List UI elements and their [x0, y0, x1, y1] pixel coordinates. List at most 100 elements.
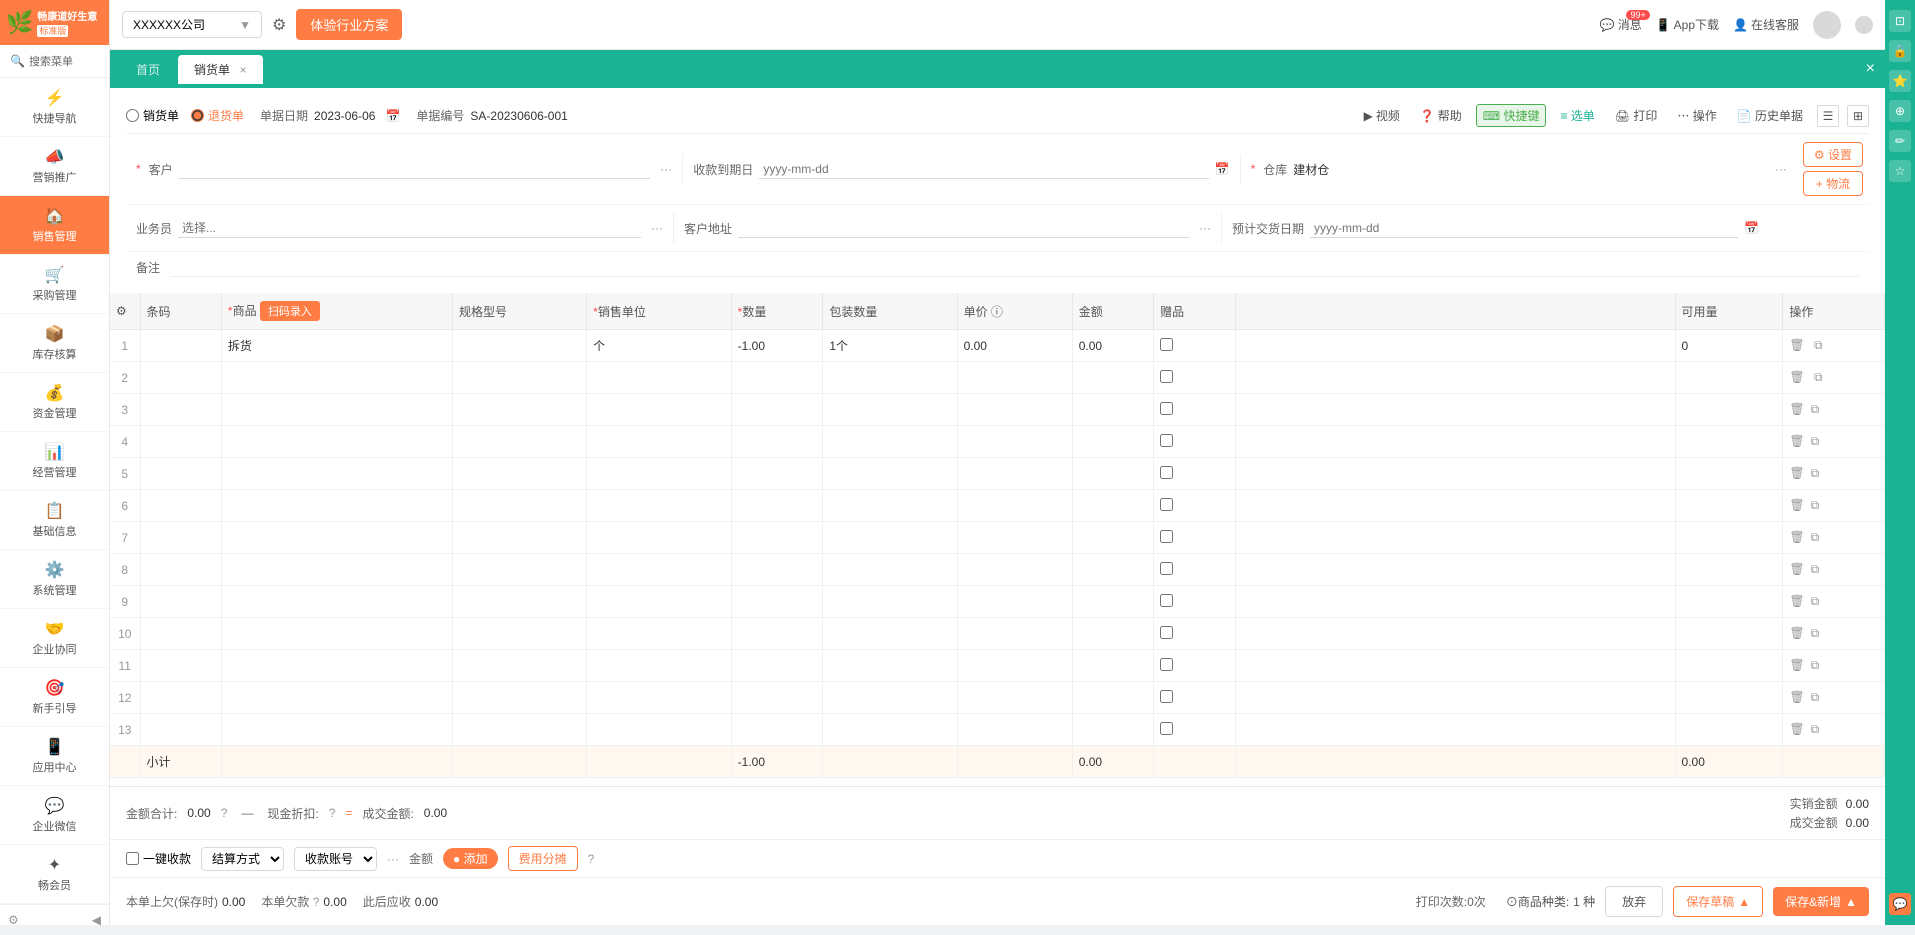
one-click-pay-input[interactable] [126, 852, 139, 865]
row-gift-2[interactable] [1154, 362, 1235, 394]
sidebar-item-system[interactable]: ⚙️ 系统管理 [0, 550, 109, 609]
sidebar-item-appstore[interactable]: 📱 应用中心 [0, 727, 109, 786]
row-barcode-2[interactable] [140, 362, 221, 394]
sidebar-item-member[interactable]: ✦ 畅会员 [0, 845, 109, 904]
right-panel-btn-7[interactable]: 💬 [1889, 893, 1911, 915]
row-pkg-qty-1[interactable]: 1个 [823, 330, 957, 362]
copy-icon-5[interactable]: ⧉ [1811, 466, 1820, 480]
due-date-input[interactable] [759, 160, 1208, 179]
tab-close-icon[interactable]: × [240, 63, 247, 77]
topbar-settings-icon[interactable]: ⚙ [272, 15, 286, 35]
scan-button[interactable]: 扫码录入 [260, 301, 320, 321]
account-more-icon[interactable]: ··· [387, 852, 399, 866]
row-unit-2[interactable] [587, 362, 732, 394]
app-download-btn[interactable]: 📱 App下载 [1656, 16, 1719, 33]
abandon-button[interactable]: 放弃 [1605, 886, 1663, 917]
tab-home[interactable]: 首页 [120, 55, 176, 84]
row-product-1[interactable]: 拆货 [221, 330, 452, 362]
row-spec-2[interactable] [452, 362, 586, 394]
sidebar-item-shortcut[interactable]: ⚡ 快捷导航 [0, 78, 109, 137]
settings-side-btn[interactable]: ⚙ 设置 [1803, 142, 1863, 167]
sidebar-item-purchase[interactable]: 🛒 采购管理 [0, 255, 109, 314]
row-spec-1[interactable] [452, 330, 586, 362]
due-date-calendar-icon[interactable]: 📅 [1215, 162, 1230, 176]
expense-help-icon[interactable]: ? [588, 852, 595, 866]
sidebar-item-enterprise[interactable]: 🤝 企业协同 [0, 609, 109, 668]
salesman-input[interactable] [178, 219, 641, 238]
address-more-icon[interactable]: ··· [1199, 221, 1211, 235]
expense-button[interactable]: 费用分摊 [508, 846, 578, 871]
row-amount-1[interactable]: 0.00 [1072, 330, 1153, 362]
message-btn[interactable]: 💬 消息 99+ [1600, 16, 1642, 33]
copy-icon-2[interactable]: ⧉ [1814, 370, 1823, 384]
user-avatar[interactable] [1813, 11, 1841, 39]
company-selector[interactable]: XXXXXX公司 ▼ [122, 11, 262, 38]
gift-checkbox-3[interactable] [1160, 402, 1173, 415]
radio-return-input[interactable] [191, 109, 204, 122]
row-unit-price-1[interactable]: 0.00 [957, 330, 1072, 362]
user-avatar2[interactable] [1855, 16, 1873, 34]
row-barcode-1[interactable] [140, 330, 221, 362]
save-new-button[interactable]: 保存&新增 ▲ [1773, 887, 1869, 916]
expected-date-calendar-icon[interactable]: 📅 [1744, 221, 1759, 235]
tab-sales-order[interactable]: 销货单 × [178, 55, 263, 84]
logistics-side-btn[interactable]: + 物流 [1803, 171, 1863, 196]
gift-checkbox-1[interactable] [1160, 338, 1173, 351]
delete-icon-2[interactable]: 🗑 [1789, 370, 1804, 384]
warehouse-more-icon[interactable]: ··· [1775, 162, 1787, 176]
save-draft-button[interactable]: 保存草稿 ▲ [1673, 886, 1763, 917]
help-question-icon2[interactable]: ? [329, 806, 336, 820]
expected-date-input[interactable] [1310, 219, 1738, 238]
radio-return-order[interactable]: 退货单 [191, 107, 244, 124]
right-panel-btn-4[interactable]: ⊕ [1889, 100, 1911, 122]
shortcut-key-btn[interactable]: ⌨ 快捷键 [1476, 104, 1547, 127]
actions-btn[interactable]: ⋯ 操作 [1671, 105, 1722, 126]
trial-button[interactable]: 体验行业方案 [296, 9, 402, 40]
payment-method-select[interactable]: 结算方式 [201, 847, 284, 871]
salesman-more-icon[interactable]: ··· [651, 221, 663, 235]
sidebar-item-guide[interactable]: 🎯 新手引导 [0, 668, 109, 727]
add-button[interactable]: ● 添加 [443, 848, 498, 869]
video-btn[interactable]: ▶ 视频 [1358, 105, 1406, 126]
radio-sales-input[interactable] [126, 109, 139, 122]
row-amount-2[interactable] [1072, 362, 1153, 394]
print-btn[interactable]: 🖨 打印 [1609, 105, 1664, 126]
select-btn[interactable]: ≡ 选单 [1554, 105, 1600, 126]
layout-grid-icon[interactable]: ⊞ [1847, 105, 1869, 127]
radio-sales-order[interactable]: 销货单 [126, 107, 179, 124]
th-settings[interactable]: ⚙ [110, 293, 140, 330]
help-btn[interactable]: ❓ 帮助 [1414, 105, 1468, 126]
right-panel-btn-6[interactable]: ☆ [1889, 160, 1911, 182]
right-panel-btn-1[interactable]: ⊡ [1889, 10, 1911, 32]
delete-icon-4[interactable]: 🗑 [1789, 434, 1804, 448]
delete-icon-3[interactable]: 🗑 [1789, 402, 1804, 416]
one-click-pay-checkbox[interactable]: 一键收款 [126, 850, 191, 867]
sidebar-item-marketing[interactable]: 📣 营销推广 [0, 137, 109, 196]
delete-icon-5[interactable]: 🗑 [1789, 466, 1804, 480]
history-btn[interactable]: 📄 历史单据 [1731, 105, 1809, 126]
online-service-btn[interactable]: 👤 在线客服 [1733, 16, 1799, 33]
delete-icon-1[interactable]: 🗑 [1789, 338, 1804, 352]
gift-checkbox-2[interactable] [1160, 370, 1173, 383]
remark-input[interactable] [170, 258, 1859, 277]
copy-icon-3[interactable]: ⧉ [1811, 402, 1820, 416]
row-gift-1[interactable] [1154, 330, 1235, 362]
account-select[interactable]: 收款账号 [294, 847, 377, 871]
copy-icon-1[interactable]: ⧉ [1814, 338, 1823, 352]
customer-more-icon[interactable]: ··· [660, 162, 672, 176]
row-unit-1[interactable]: 个 [587, 330, 732, 362]
help-question-icon[interactable]: ? [221, 806, 228, 820]
sidebar-item-operation[interactable]: 📊 经营管理 [0, 432, 109, 491]
close-all-button[interactable]: × [1866, 60, 1875, 78]
row-product-2[interactable] [221, 362, 452, 394]
arrears-help-icon[interactable]: ? [313, 895, 320, 909]
gift-checkbox-4[interactable] [1160, 434, 1173, 447]
sidebar-item-inventory[interactable]: 📦 库存核算 [0, 314, 109, 373]
row-pkg-qty-2[interactable] [823, 362, 957, 394]
sidebar-item-finance[interactable]: 💰 资金管理 [0, 373, 109, 432]
layout-list-icon[interactable]: ☰ [1817, 105, 1839, 127]
row-unit-price-2[interactable] [957, 362, 1072, 394]
sidebar-item-sales[interactable]: 🏠 销售管理 [0, 196, 109, 255]
sidebar-search[interactable]: 🔍 搜索菜单 [0, 45, 109, 78]
sidebar-item-base[interactable]: 📋 基础信息 [0, 491, 109, 550]
